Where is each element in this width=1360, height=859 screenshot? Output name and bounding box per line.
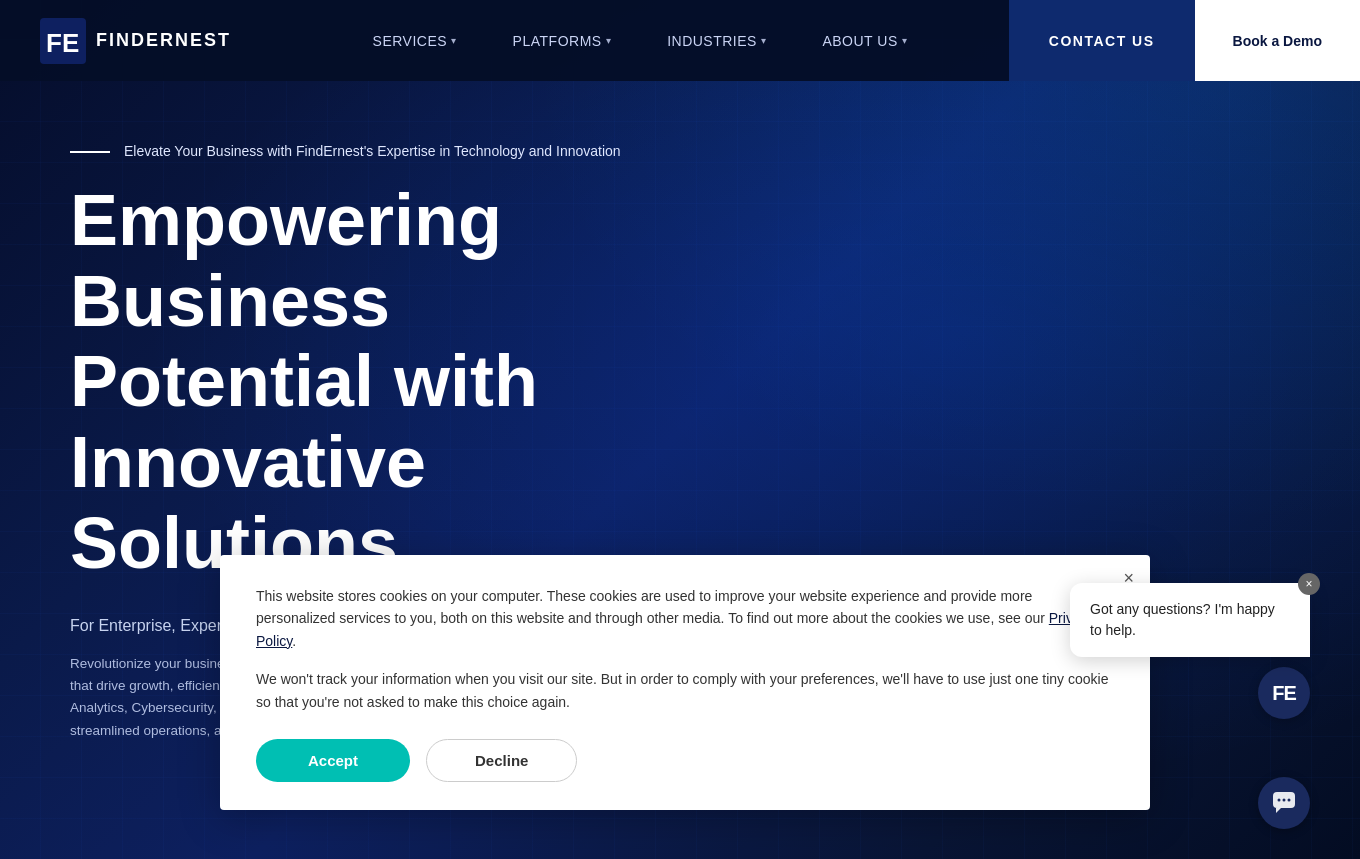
cookie-text-1: This website stores cookies on your comp… <box>256 585 1114 652</box>
chat-icon <box>1270 789 1298 817</box>
chat-close-button[interactable]: × <box>1298 573 1320 595</box>
hero-tagline: Elevate Your Business with FindErnest's … <box>70 141 1290 162</box>
logo[interactable]: FE FINDERNEST <box>0 18 271 64</box>
logo-icon: FE <box>40 18 86 64</box>
cookie-decline-button[interactable]: Decline <box>426 739 577 782</box>
tagline-text: Elevate Your Business with FindErnest's … <box>124 141 621 162</box>
cookie-accept-button[interactable]: Accept <box>256 739 410 782</box>
hero-title: Empowering Business Potential with Innov… <box>70 180 710 583</box>
chevron-down-icon: ▾ <box>451 35 457 46</box>
navbar: FE FINDERNEST SERVICES ▾ PLATFORMS ▾ IND… <box>0 0 1360 81</box>
contact-us-button[interactable]: CONTACT US <box>1009 0 1195 81</box>
logo-name: FINDERNEST <box>96 30 231 51</box>
cookie-actions: Accept Decline <box>256 739 1114 782</box>
svg-point-4 <box>1278 799 1281 802</box>
svg-text:FE: FE <box>46 28 79 58</box>
chat-avatar[interactable]: FE <box>1258 667 1310 719</box>
chat-avatar-text: FE <box>1272 682 1296 705</box>
nav-menu: SERVICES ▾ PLATFORMS ▾ INDUSTRIES ▾ ABOU… <box>271 0 1009 81</box>
chat-bubble: × Got any questions? I'm happy to help. <box>1070 583 1310 657</box>
nav-services[interactable]: SERVICES ▾ <box>345 0 485 81</box>
svg-point-6 <box>1288 799 1291 802</box>
chat-trigger-button[interactable] <box>1258 777 1310 829</box>
nav-about-us[interactable]: ABOUT US ▾ <box>794 0 935 81</box>
cookie-banner: × This website stores cookies on your co… <box>220 555 1150 810</box>
svg-point-5 <box>1283 799 1286 802</box>
chat-bubble-text: Got any questions? I'm happy to help. <box>1090 601 1275 638</box>
navbar-actions: CONTACT US Book a Demo <box>1009 0 1360 81</box>
book-demo-button[interactable]: Book a Demo <box>1195 0 1360 81</box>
chat-widget: × Got any questions? I'm happy to help. … <box>1070 583 1310 719</box>
chevron-down-icon: ▾ <box>606 35 612 46</box>
cookie-text-2: We won't track your information when you… <box>256 668 1114 713</box>
nav-platforms[interactable]: PLATFORMS ▾ <box>485 0 640 81</box>
chevron-down-icon: ▾ <box>761 35 767 46</box>
tagline-line <box>70 151 110 153</box>
svg-marker-3 <box>1276 808 1281 813</box>
nav-industries[interactable]: INDUSTRIES ▾ <box>639 0 794 81</box>
chevron-down-icon: ▾ <box>902 35 908 46</box>
